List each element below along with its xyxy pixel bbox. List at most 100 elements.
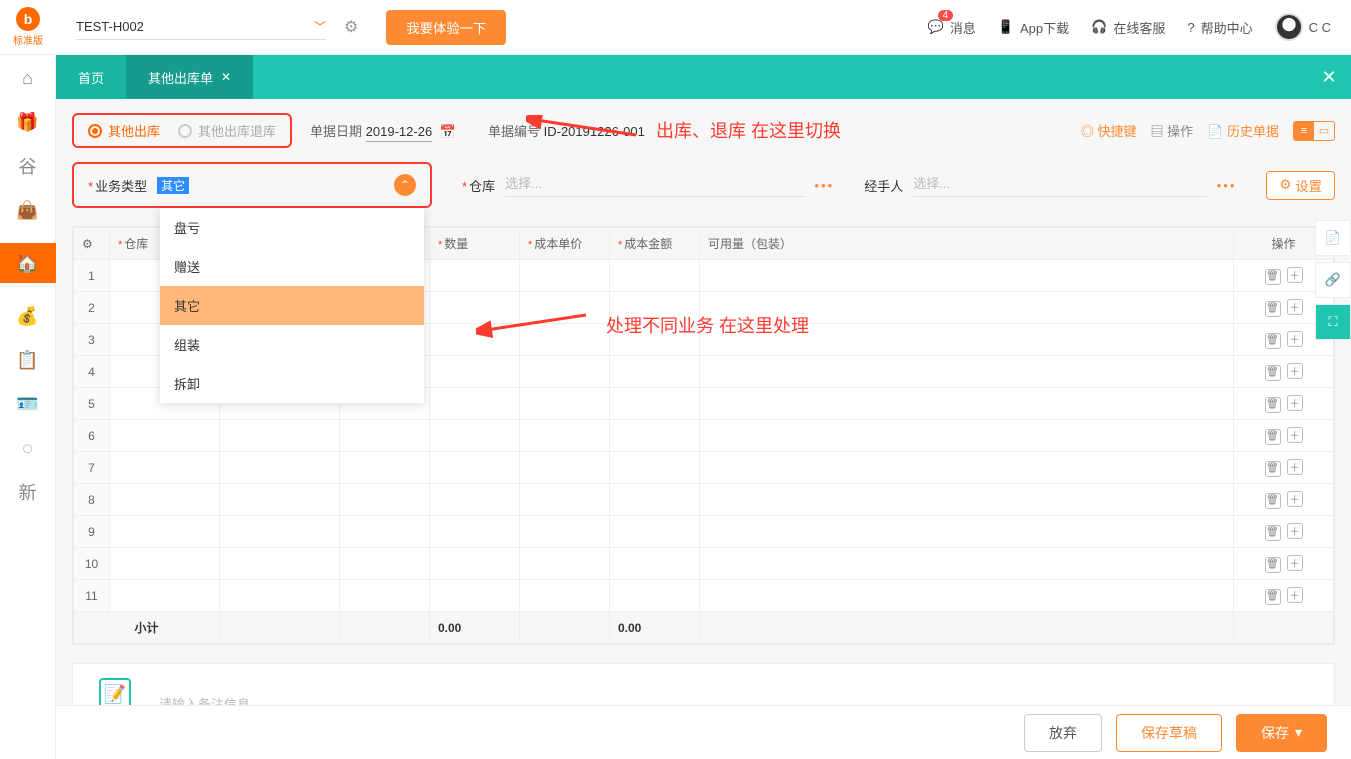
delete-row-icon[interactable]: 🗑	[1265, 429, 1281, 445]
cell[interactable]	[110, 484, 220, 516]
cell[interactable]	[700, 324, 1234, 356]
table-row[interactable]: 7🗑＋	[74, 452, 1334, 484]
radio-other-outbound-return[interactable]: 其他出库退库	[178, 121, 276, 140]
cell[interactable]	[700, 388, 1234, 420]
sidebar-house-icon[interactable]: ⾕	[17, 155, 39, 177]
table-row[interactable]: 8🗑＋	[74, 484, 1334, 516]
cell[interactable]	[430, 388, 520, 420]
table-row[interactable]: 10🗑＋	[74, 548, 1334, 580]
cell[interactable]	[430, 260, 520, 292]
delete-row-icon[interactable]: 🗑	[1265, 333, 1281, 349]
cell[interactable]	[520, 548, 610, 580]
delete-row-icon[interactable]: 🗑	[1265, 365, 1281, 381]
cell[interactable]	[340, 420, 430, 452]
card-view-icon[interactable]: ▭	[1314, 122, 1334, 140]
cell[interactable]	[520, 260, 610, 292]
cell[interactable]	[340, 580, 430, 612]
cell[interactable]	[520, 324, 610, 356]
sidebar-warehouse-icon[interactable]: 🏠	[0, 243, 56, 283]
rail-expand-icon[interactable]: ⛶	[1315, 304, 1351, 340]
add-row-icon[interactable]: ＋	[1287, 587, 1303, 603]
sidebar-home-icon[interactable]: ⌂	[17, 67, 39, 89]
tab-home[interactable]: 首页	[56, 55, 126, 99]
add-row-icon[interactable]: ＋	[1287, 523, 1303, 539]
cell[interactable]	[220, 420, 340, 452]
cell[interactable]	[430, 580, 520, 612]
radio-other-outbound[interactable]: 其他出库	[88, 121, 160, 140]
add-row-icon[interactable]: ＋	[1287, 395, 1303, 411]
add-row-icon[interactable]: ＋	[1287, 299, 1303, 315]
dropdown-option-chaixie[interactable]: 拆卸	[160, 364, 424, 403]
add-row-icon[interactable]: ＋	[1287, 459, 1303, 475]
cell[interactable]	[610, 580, 700, 612]
cell[interactable]	[110, 548, 220, 580]
cell[interactable]	[520, 356, 610, 388]
col-gear[interactable]: ⚙	[74, 228, 110, 260]
cell[interactable]	[430, 548, 520, 580]
cell[interactable]	[430, 516, 520, 548]
save-button[interactable]: 保存 ▾	[1236, 714, 1327, 752]
add-row-icon[interactable]: ＋	[1287, 363, 1303, 379]
cell[interactable]	[220, 580, 340, 612]
dropdown-option-qita[interactable]: 其它	[160, 286, 424, 325]
cell[interactable]	[700, 260, 1234, 292]
add-row-icon[interactable]: ＋	[1287, 267, 1303, 283]
sidebar-idcard-icon[interactable]: 🪪	[17, 393, 39, 415]
add-row-icon[interactable]: ＋	[1287, 491, 1303, 507]
cell[interactable]	[610, 324, 700, 356]
delete-row-icon[interactable]: 🗑	[1265, 557, 1281, 573]
cell[interactable]	[610, 388, 700, 420]
dropdown-option-pankui[interactable]: 盘亏	[160, 208, 424, 247]
sidebar-gift-icon[interactable]: 🎁	[17, 111, 39, 133]
dropdown-option-zuzhuang[interactable]: 组装	[160, 325, 424, 364]
add-row-icon[interactable]: ＋	[1287, 331, 1303, 347]
rail-note-icon[interactable]: 📄	[1315, 220, 1351, 256]
delete-row-icon[interactable]: 🗑	[1265, 525, 1281, 541]
cell[interactable]	[520, 388, 610, 420]
discard-button[interactable]: 放弃	[1024, 714, 1102, 752]
online-service-link[interactable]: 🎧 在线客服	[1091, 18, 1165, 37]
cell[interactable]	[520, 580, 610, 612]
sidebar-cycle-icon[interactable]: ◌	[17, 437, 39, 459]
table-row[interactable]: 6🗑＋	[74, 420, 1334, 452]
add-row-icon[interactable]: ＋	[1287, 427, 1303, 443]
cell[interactable]	[430, 292, 520, 324]
cell[interactable]	[700, 292, 1234, 324]
rail-link-icon[interactable]: 🔗	[1315, 262, 1351, 298]
cell[interactable]	[700, 580, 1234, 612]
chevron-up-icon[interactable]: ⌃	[394, 174, 416, 196]
tab-other-outbound[interactable]: 其他出库单 ✕	[126, 55, 253, 99]
table-row[interactable]: 11🗑＋	[74, 580, 1334, 612]
cell[interactable]	[430, 484, 520, 516]
messages-link[interactable]: 💬 消息 4	[928, 18, 976, 37]
delete-row-icon[interactable]: 🗑	[1265, 397, 1281, 413]
cell[interactable]	[110, 516, 220, 548]
cell[interactable]	[520, 516, 610, 548]
cell[interactable]	[430, 356, 520, 388]
cell[interactable]	[220, 516, 340, 548]
tabs-close-all-button[interactable]: ✕	[1307, 55, 1351, 99]
cell[interactable]	[340, 484, 430, 516]
sidebar-bag-icon[interactable]: 👜	[17, 199, 39, 221]
cell[interactable]	[220, 452, 340, 484]
cell[interactable]	[520, 452, 610, 484]
calendar-icon[interactable]: 📅	[440, 124, 456, 139]
cell[interactable]	[430, 324, 520, 356]
cell[interactable]	[700, 484, 1234, 516]
add-row-icon[interactable]: ＋	[1287, 555, 1303, 571]
dropdown-option-zengsong[interactable]: 赠送	[160, 247, 424, 286]
cell[interactable]	[520, 292, 610, 324]
cell[interactable]	[110, 420, 220, 452]
cell[interactable]	[610, 516, 700, 548]
company-select[interactable]: TEST-H002 ﹀	[76, 14, 326, 40]
help-center-link[interactable]: ? 帮助中心	[1187, 18, 1252, 37]
delete-row-icon[interactable]: 🗑	[1265, 269, 1281, 285]
cell[interactable]	[610, 356, 700, 388]
cell[interactable]	[340, 452, 430, 484]
cell[interactable]	[520, 484, 610, 516]
table-row[interactable]: 9🗑＋	[74, 516, 1334, 548]
cell[interactable]	[700, 548, 1234, 580]
cell[interactable]	[110, 452, 220, 484]
cell[interactable]	[340, 516, 430, 548]
business-type-field[interactable]: *业务类型 其它 ⌃	[88, 174, 416, 196]
